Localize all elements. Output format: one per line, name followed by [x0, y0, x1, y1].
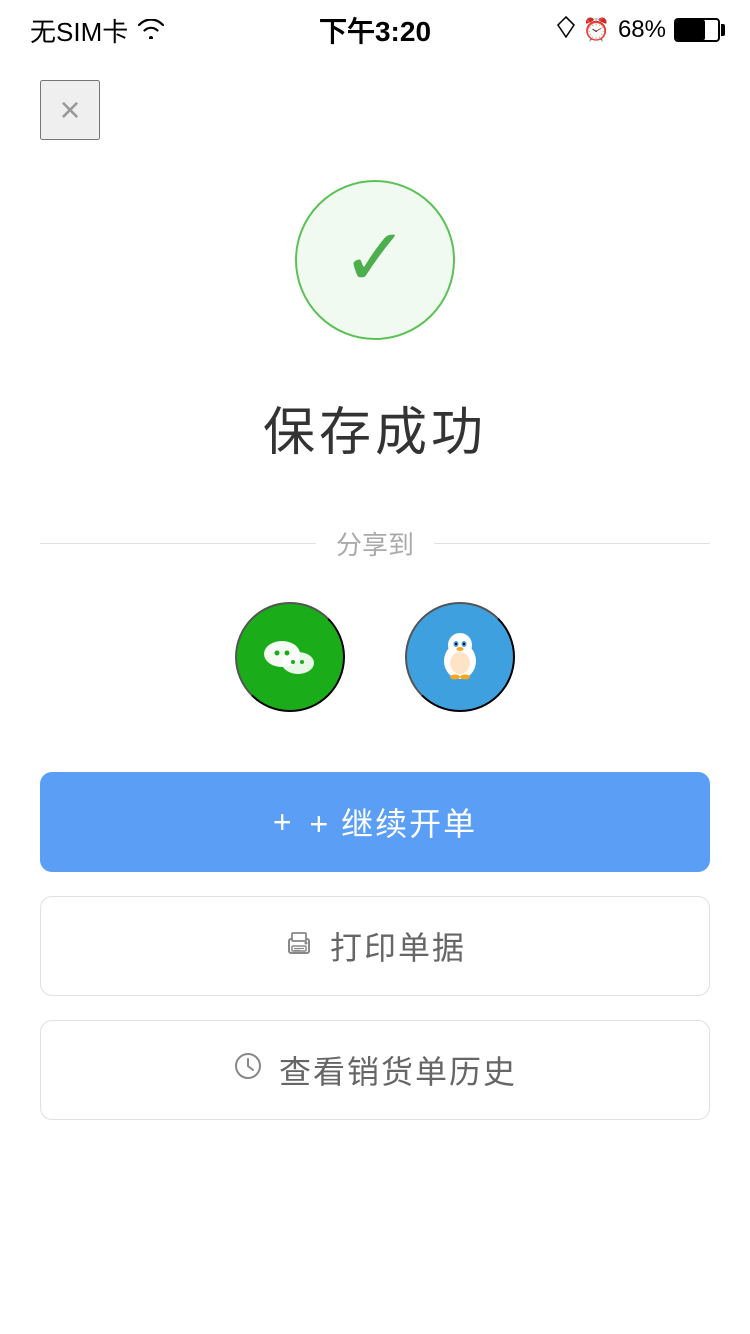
print-button[interactable]: 打印单据: [40, 896, 710, 996]
share-icons: [40, 602, 710, 712]
history-button[interactable]: 查看销货单历史: [40, 1020, 710, 1120]
battery-pct-text: 68%: [618, 16, 666, 44]
divider-right: [434, 543, 710, 544]
success-title: 保存成功: [263, 390, 487, 465]
history-icon: [233, 1051, 263, 1089]
divider-left: [40, 543, 316, 544]
qq-share-button[interactable]: [405, 602, 515, 712]
continue-plus-icon: +: [273, 804, 294, 841]
share-divider-row: 分享到: [40, 525, 710, 562]
share-section: 分享到: [40, 525, 710, 712]
share-label: 分享到: [336, 525, 414, 562]
status-right: ⏰ 68%: [557, 16, 720, 45]
continue-label: + 继续开单: [310, 799, 478, 845]
status-bar: 无SIM卡 下午3:20 ⏰ 68%: [0, 0, 750, 60]
wechat-icon: [258, 625, 322, 689]
location-icon: [557, 16, 575, 45]
success-circle: ✓: [295, 180, 455, 340]
action-buttons: + + 继续开单 打印单据: [40, 772, 710, 1120]
print-label: 打印单据: [330, 923, 466, 969]
history-label: 查看销货单历史: [279, 1047, 517, 1093]
time-display: 下午3:20: [319, 10, 431, 50]
print-icon: [284, 928, 314, 965]
battery-icon: [674, 18, 720, 42]
main-content: × ✓ 保存成功 分享到: [0, 60, 750, 1334]
carrier-text: 无SIM卡: [30, 12, 128, 49]
close-icon: ×: [59, 92, 80, 128]
wifi-icon: [138, 15, 164, 46]
alarm-icon: ⏰: [583, 17, 610, 43]
checkmark-icon: ✓: [341, 218, 408, 298]
status-left: 无SIM卡: [30, 12, 164, 49]
close-button[interactable]: ×: [40, 80, 100, 140]
wechat-share-button[interactable]: [235, 602, 345, 712]
continue-button[interactable]: + + 继续开单: [40, 772, 710, 872]
qq-icon: [428, 625, 492, 689]
